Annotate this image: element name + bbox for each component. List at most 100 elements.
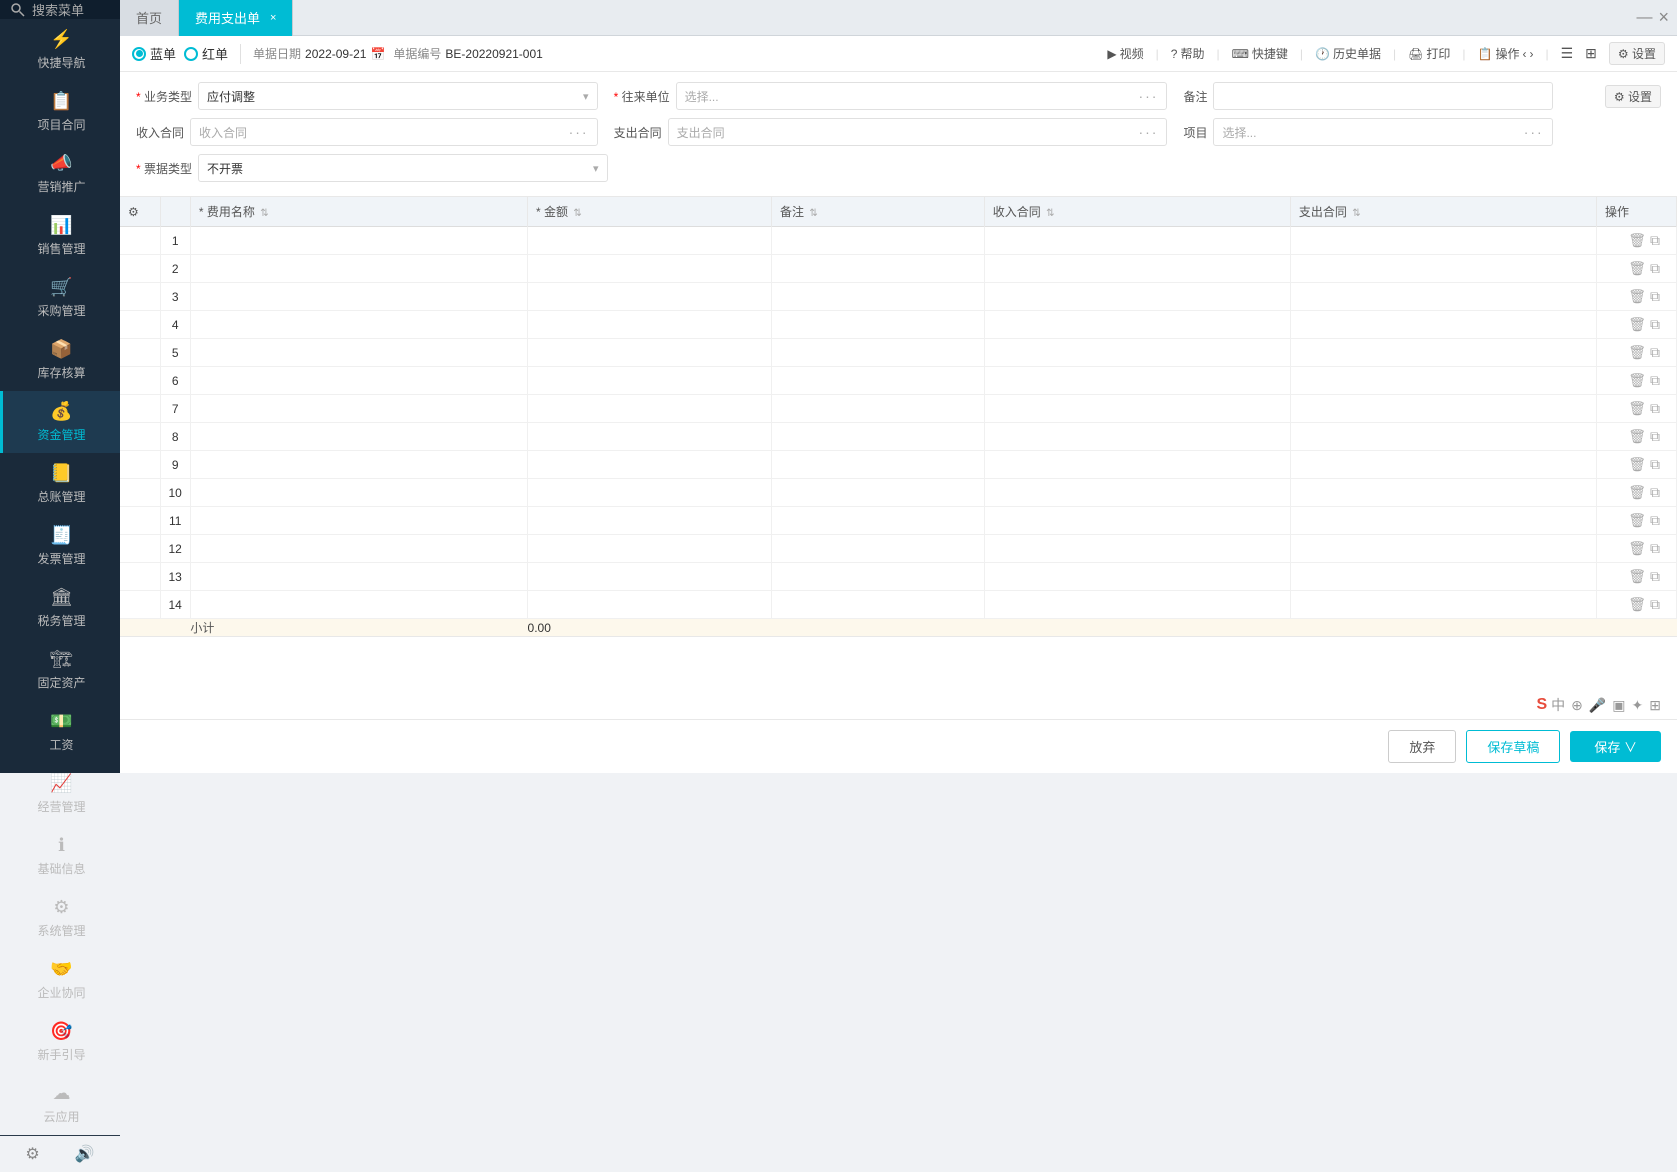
row-copy-icon[interactable]: ⧉ (1650, 344, 1660, 361)
row-notes[interactable] (771, 339, 984, 367)
th-notes[interactable]: 备注 ⇅ (771, 197, 984, 227)
row-expense-contract[interactable] (1290, 283, 1596, 311)
row-amount[interactable] (528, 339, 772, 367)
row-expense-name[interactable] (190, 507, 527, 535)
row-copy-icon[interactable]: ⧉ (1650, 288, 1660, 305)
settings-bottom-icon[interactable]: ⚙ (25, 1144, 39, 1164)
row-expense-contract[interactable] (1290, 535, 1596, 563)
row-amount[interactable] (528, 227, 772, 255)
row-copy-icon[interactable]: ⧉ (1650, 232, 1660, 249)
row-expense-contract[interactable] (1290, 507, 1596, 535)
row-copy-icon[interactable]: ⧉ (1650, 428, 1660, 445)
business-type-input[interactable]: 应付调整 ▾ (198, 82, 598, 110)
row-expense-contract[interactable] (1290, 423, 1596, 451)
th-amount[interactable]: * 金额 ⇅ (528, 197, 772, 227)
row-amount[interactable] (528, 451, 772, 479)
row-expense-contract[interactable] (1290, 311, 1596, 339)
row-amount[interactable] (528, 507, 772, 535)
notes-sort-icon[interactable]: ⇅ (809, 208, 817, 219)
settings-button[interactable]: ⚙ 设置 (1609, 42, 1665, 65)
row-amount[interactable] (528, 283, 772, 311)
sidebar-item-operations[interactable]: 📈经营管理 (0, 763, 120, 825)
row-expense-contract[interactable] (1290, 451, 1596, 479)
row-delete-icon[interactable]: 🗑 (1628, 260, 1646, 277)
sidebar-item-payroll[interactable]: 💵工资 (0, 701, 120, 763)
row-income-contract[interactable] (984, 591, 1290, 619)
sidebar-item-enterprise[interactable]: 🤝企业协同 (0, 949, 120, 1011)
sidebar-item-basic[interactable]: ℹ基础信息 (0, 825, 120, 887)
tab-expense[interactable]: 费用支出单 × (179, 0, 293, 36)
row-income-contract[interactable] (984, 367, 1290, 395)
project-input[interactable]: 选择... ··· (1213, 118, 1552, 146)
partner-input[interactable]: 选择... ··· (676, 82, 1168, 110)
row-income-contract[interactable] (984, 283, 1290, 311)
row-expense-contract[interactable] (1290, 255, 1596, 283)
row-delete-icon[interactable]: 🗑 (1628, 596, 1646, 613)
row-notes[interactable] (771, 535, 984, 563)
row-income-contract[interactable] (984, 395, 1290, 423)
sidebar-item-marketing[interactable]: 📣营销推广 (0, 143, 120, 205)
row-expense-name[interactable] (190, 423, 527, 451)
sidebar-item-funds[interactable]: 💰资金管理 (0, 391, 120, 453)
row-amount[interactable] (528, 395, 772, 423)
row-notes[interactable] (771, 591, 984, 619)
row-copy-icon[interactable]: ⧉ (1650, 540, 1660, 557)
shortcut-btn[interactable]: ⌨ 快捷键 (1232, 45, 1288, 62)
row-income-contract[interactable] (984, 227, 1290, 255)
income-sort-icon[interactable]: ⇅ (1046, 208, 1054, 219)
window-minimize-btn[interactable]: — (1636, 9, 1652, 27)
row-delete-icon[interactable]: 🗑 (1628, 540, 1646, 557)
tab-home[interactable]: 首页 (120, 0, 179, 36)
row-copy-icon[interactable]: ⧉ (1650, 260, 1660, 277)
sound-icon[interactable]: 🔊 (75, 1144, 95, 1164)
sidebar-item-tax[interactable]: 🏛税务管理 (0, 577, 120, 639)
row-expense-name[interactable] (190, 227, 527, 255)
view-icon[interactable]: ☰ (1561, 45, 1574, 62)
date-value[interactable]: 2022-09-21 (305, 47, 366, 61)
row-amount[interactable] (528, 367, 772, 395)
red-bill-radio[interactable]: 红单 (184, 44, 228, 63)
row-notes[interactable] (771, 283, 984, 311)
row-delete-icon[interactable]: 🗑 (1628, 316, 1646, 333)
row-delete-icon[interactable]: 🗑 (1628, 232, 1646, 249)
row-copy-icon[interactable]: ⧉ (1650, 484, 1660, 501)
row-income-contract[interactable] (984, 339, 1290, 367)
row-expense-name[interactable] (190, 395, 527, 423)
row-expense-contract[interactable] (1290, 367, 1596, 395)
row-expense-name[interactable] (190, 311, 527, 339)
row-delete-icon[interactable]: 🗑 (1628, 344, 1646, 361)
row-notes[interactable] (771, 367, 984, 395)
sidebar-item-cloud[interactable]: ☁云应用 (0, 1073, 120, 1135)
row-income-contract[interactable] (984, 563, 1290, 591)
row-amount[interactable] (528, 255, 772, 283)
tab-close-icon[interactable]: × (270, 12, 276, 24)
row-delete-icon[interactable]: 🗑 (1628, 484, 1646, 501)
expense-name-sort-icon[interactable]: ⇅ (260, 208, 268, 219)
row-notes[interactable] (771, 479, 984, 507)
row-delete-icon[interactable]: 🗑 (1628, 428, 1646, 445)
row-expense-contract[interactable] (1290, 227, 1596, 255)
row-delete-icon[interactable]: 🗑 (1628, 372, 1646, 389)
window-close-btn[interactable]: × (1658, 7, 1669, 28)
row-expense-contract[interactable] (1290, 563, 1596, 591)
row-amount[interactable] (528, 311, 772, 339)
expense-sort-icon[interactable]: ⇅ (1352, 208, 1360, 219)
notes-input[interactable] (1213, 82, 1552, 110)
row-expense-name[interactable] (190, 535, 527, 563)
row-copy-icon[interactable]: ⧉ (1650, 512, 1660, 529)
row-income-contract[interactable] (984, 423, 1290, 451)
sidebar-item-system[interactable]: ⚙系统管理 (0, 887, 120, 949)
th-settings[interactable]: ⚙ (120, 197, 160, 227)
row-amount[interactable] (528, 423, 772, 451)
row-notes[interactable] (771, 227, 984, 255)
income-contract-input[interactable]: 收入合同 ··· (190, 118, 598, 146)
row-delete-icon[interactable]: 🗑 (1628, 456, 1646, 473)
row-notes[interactable] (771, 423, 984, 451)
row-notes[interactable] (771, 507, 984, 535)
row-expense-contract[interactable] (1290, 339, 1596, 367)
row-amount[interactable] (528, 479, 772, 507)
row-income-contract[interactable] (984, 451, 1290, 479)
row-copy-icon[interactable]: ⧉ (1650, 596, 1660, 613)
row-notes[interactable] (771, 563, 984, 591)
row-copy-icon[interactable]: ⧉ (1650, 400, 1660, 417)
